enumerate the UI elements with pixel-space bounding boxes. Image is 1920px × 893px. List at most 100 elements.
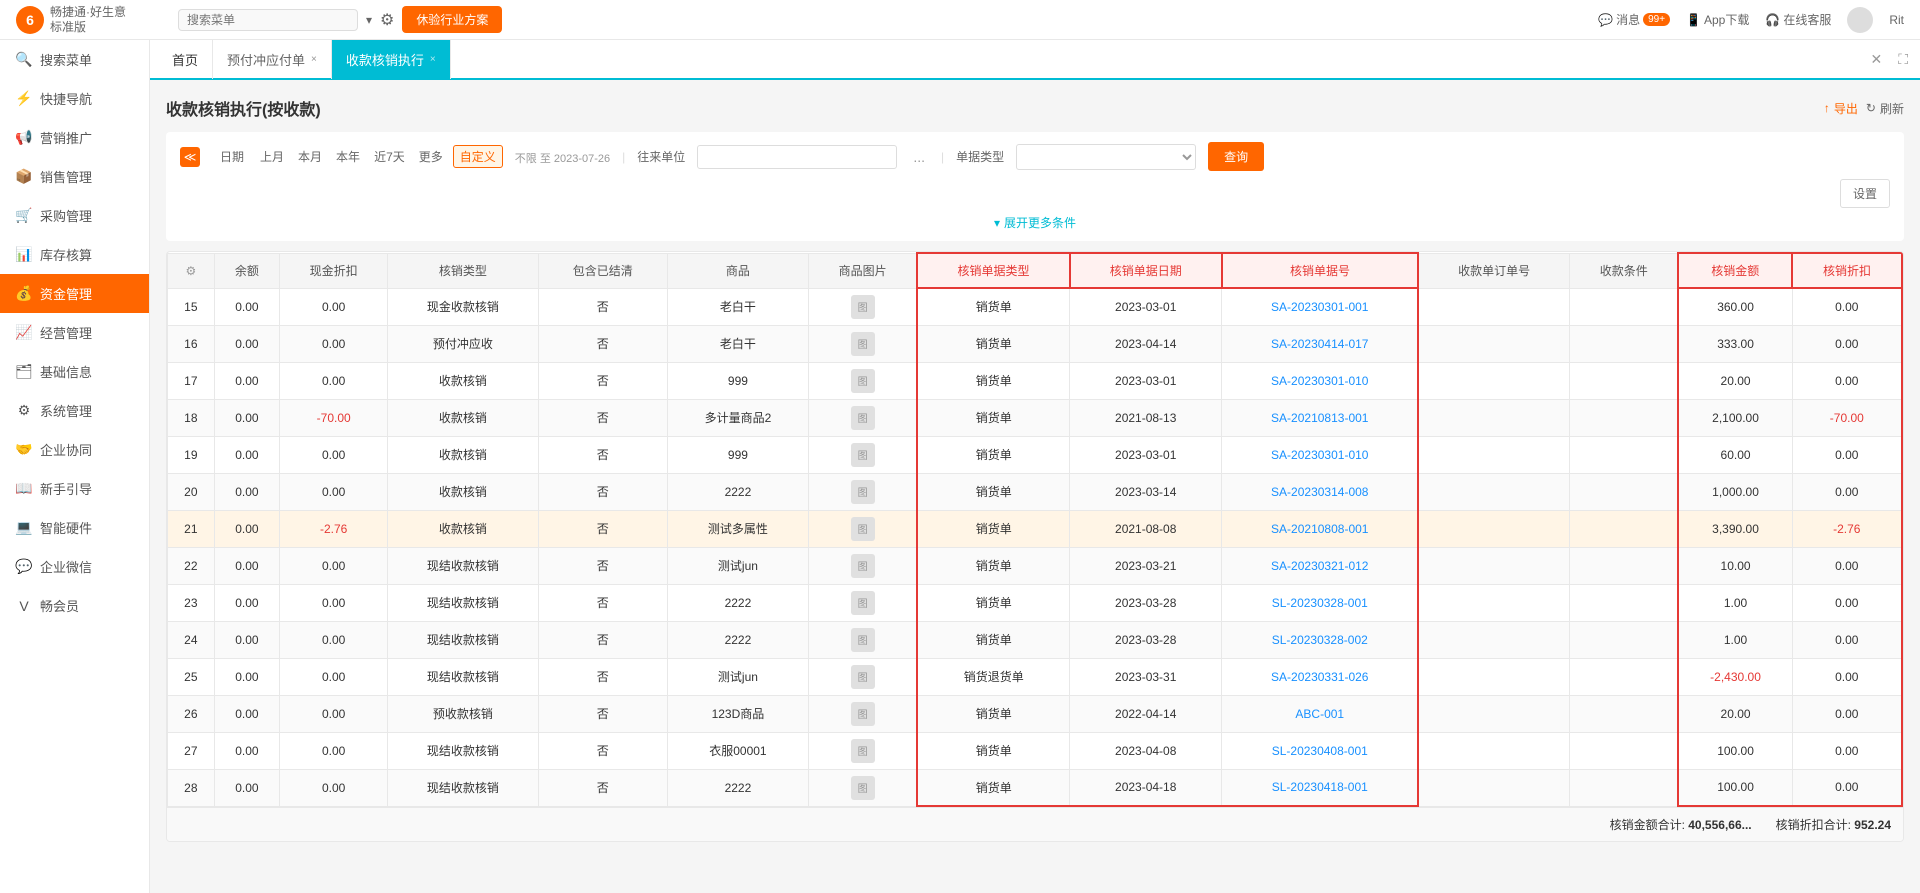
td-cash-discount: 0.00 [280,362,388,399]
date-btn-this-month[interactable]: 本月 [294,146,326,167]
sidebar-item-guide[interactable]: 📖 新手引导 [0,469,149,508]
sidebar-item-marketing[interactable]: 📢 营销推广 [0,118,149,157]
sidebar-item-label: 系统管理 [40,401,92,420]
expand-more-btn[interactable]: ▾ 展开更多条件 [180,214,1890,231]
th-remainder: 余额 [214,253,280,288]
sidebar-item-basic-info[interactable]: 🗂 基础信息 [0,352,149,391]
messages-item[interactable]: 💬 消息 99+ [1598,11,1670,28]
voucher-link[interactable]: SL-20230328-002 [1272,633,1368,647]
voucher-link[interactable]: SA-20230314-008 [1271,485,1368,499]
app-download-item[interactable]: 📱 App下载 [1686,11,1749,28]
sidebar-item-search[interactable]: 🔍 搜索菜单 [0,40,149,79]
tab-receipt-close[interactable]: × [430,54,436,65]
td-cancel-voucher-no: SL-20230328-002 [1222,621,1418,658]
td-receipt-order-no [1418,658,1569,695]
td-receipt-cond [1570,621,1679,658]
td-cash-discount: 0.00 [280,658,388,695]
td-receipt-order-no [1418,436,1569,473]
voucher-link[interactable]: SA-20230301-010 [1271,448,1368,462]
tab-maximize-icon[interactable]: ⛶ [1894,47,1912,72]
date-custom-btn[interactable]: 自定义 [453,145,503,168]
th-gear[interactable]: ⚙ [168,253,215,288]
date-btn-this-year[interactable]: 本年 [332,146,364,167]
sidebar-item-hardware[interactable]: 💻 智能硬件 [0,508,149,547]
tab-prepay-close[interactable]: × [311,54,317,65]
voucher-link[interactable]: SA-20230301-001 [1271,300,1368,314]
tab-close-all-icon[interactable]: ✕ [1866,47,1886,72]
td-goods: 999 [667,362,808,399]
td-cancel-voucher-no: SL-20230408-001 [1222,732,1418,769]
voucher-link[interactable]: SA-20210808-001 [1271,522,1368,536]
voucher-link[interactable]: SA-20230321-012 [1271,559,1368,573]
td-cancel-type: 收款核销 [388,362,538,399]
td-cash-discount: -2.76 [280,510,388,547]
settings-icon[interactable]: ⚙ [380,10,394,30]
voucher-link[interactable]: SL-20230328-001 [1272,596,1368,610]
industry-button[interactable]: 休验行业方案 [402,6,502,33]
counterpart-dots[interactable]: ... [913,149,925,165]
td-remainder: 0.00 [214,621,280,658]
refresh-button[interactable]: ↻ 刷新 [1866,100,1904,117]
td-cancel-voucher-date: 2023-03-01 [1070,362,1222,399]
sidebar-item-quicknav[interactable]: ⚡ 快捷导航 [0,79,149,118]
operations-icon: 📈 [16,325,32,341]
search-input[interactable] [178,9,358,31]
voucher-type-select[interactable] [1016,144,1196,170]
voucher-link[interactable]: SL-20230418-001 [1272,780,1368,794]
query-button[interactable]: 查询 [1208,142,1264,171]
voucher-link[interactable]: SA-20230331-026 [1271,670,1368,684]
td-cancel-discount: 0.00 [1792,436,1902,473]
tabs-bar: 首页 预付冲应付单 × 收款核销执行 × ✕ ⛶ [150,40,1920,80]
table-wrapper[interactable]: ⚙ 余额 现金折扣 核销类型 包含已结清 商品 商品图片 核销单据类型 核销单据… [167,252,1903,807]
td-id: 18 [168,399,215,436]
export-label: 导出 [1834,100,1858,117]
avatar[interactable] [1847,7,1873,33]
td-cancel-voucher-no: SA-20230414-017 [1222,325,1418,362]
sidebar-item-system[interactable]: ⚙ 系统管理 [0,391,149,430]
counterpart-input[interactable] [697,145,897,169]
date-btn-more[interactable]: 更多 [415,146,447,167]
tab-prepay[interactable]: 预付冲应付单 × [213,40,332,79]
sidebar-item-enterprise[interactable]: 🤝 企业协同 [0,430,149,469]
sidebar-item-weixin[interactable]: 💬 企业微信 [0,547,149,586]
sidebar-item-finance[interactable]: 💰 资金管理 [0,274,149,313]
settings-button[interactable]: 设置 [1840,179,1890,208]
voucher-link[interactable]: SA-20230414-017 [1271,337,1368,351]
td-id: 28 [168,769,215,806]
voucher-link[interactable]: ABC-001 [1295,707,1344,721]
footer-cancel-amount: 核销金额合计: 40,556,66... [1610,816,1752,833]
sidebar-item-member[interactable]: V 畅会员 [0,586,149,625]
td-cash-discount: 0.00 [280,732,388,769]
tab-home[interactable]: 首页 [158,40,213,79]
td-cash-discount: 0.00 [280,473,388,510]
voucher-link[interactable]: SA-20210813-001 [1271,411,1368,425]
td-cancel-voucher-type: 销货单 [917,584,1069,621]
td-cancel-voucher-type: 销货单 [917,325,1069,362]
voucher-link[interactable]: SA-20230301-010 [1271,374,1368,388]
th-cancel-voucher-date: 核销单据日期 [1070,253,1222,288]
sidebar-item-inventory[interactable]: 📊 库存核算 [0,235,149,274]
dropdown-arrow-icon[interactable]: ▾ [366,13,372,27]
td-cancel-discount: 0.00 [1792,362,1902,399]
online-service-item[interactable]: 🎧 在线客服 [1765,11,1831,28]
sidebar-item-purchase[interactable]: 🛒 采购管理 [0,196,149,235]
td-cash-discount: -70.00 [280,399,388,436]
collapse-button[interactable]: ≪ [180,147,200,167]
sidebar-item-operations[interactable]: 📈 经营管理 [0,313,149,352]
tab-receipt[interactable]: 收款核销执行 × [332,40,451,79]
td-remainder: 0.00 [214,362,280,399]
sidebar-item-sales[interactable]: 📦 销售管理 [0,157,149,196]
td-cancel-discount: 0.00 [1792,325,1902,362]
voucher-link[interactable]: SL-20230408-001 [1272,744,1368,758]
td-receipt-cond [1570,769,1679,806]
th-receipt-cond: 收款条件 [1570,253,1679,288]
th-goods-img: 商品图片 [808,253,917,288]
filter-bar: ≪ 日期 上月 本月 本年 近7天 更多 自定义 不限 至 2023-07-26… [166,132,1904,241]
td-cancel-type: 预付冲应收 [388,325,538,362]
date-btn-7days[interactable]: 近7天 [370,146,409,167]
td-goods-img: 图 [808,547,917,584]
th-cancel-amount: 核销金额 [1678,253,1792,288]
refresh-label: 刷新 [1880,100,1904,117]
export-button[interactable]: ↑ 导出 [1824,100,1858,117]
date-btn-last-month[interactable]: 上月 [256,146,288,167]
